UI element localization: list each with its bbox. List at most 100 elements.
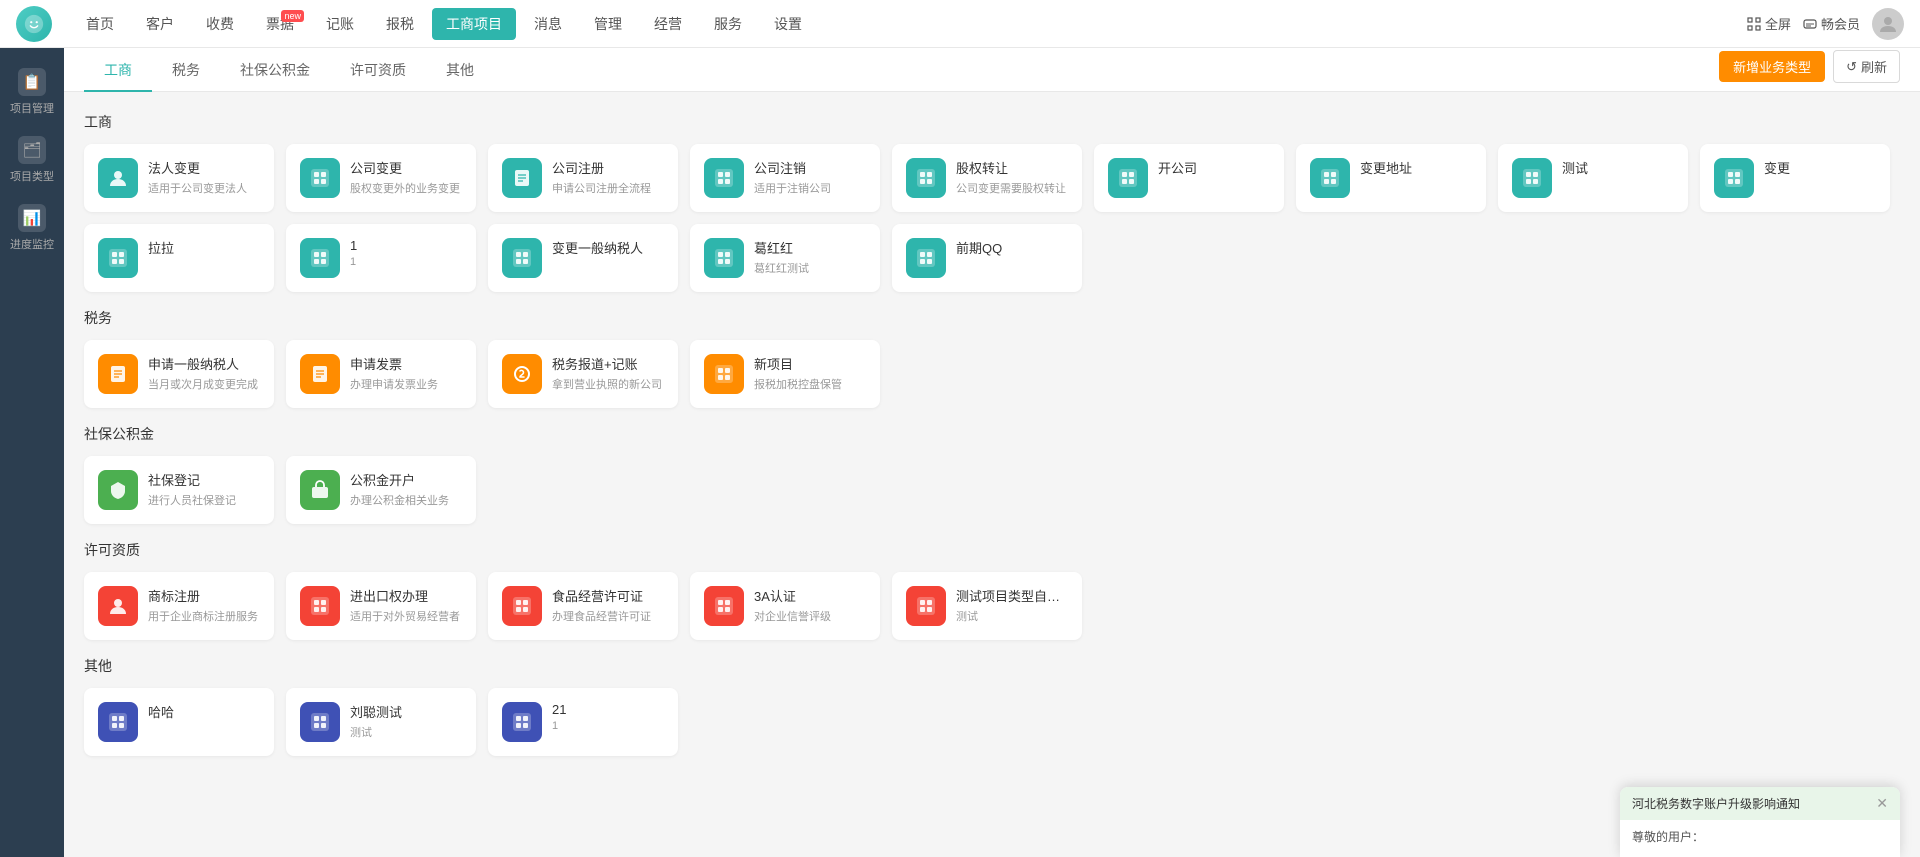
card-desc: 进行人员社保登记 [148, 492, 260, 508]
card-title: 变更 [1764, 158, 1876, 177]
section-title: 工商 [84, 112, 1900, 132]
card-item[interactable]: 变更一般纳税人 [488, 224, 678, 292]
card-item[interactable]: 刘聪测试测试 [286, 688, 476, 756]
card-title: 变更地址 [1360, 158, 1472, 177]
card-item[interactable]: 进出口权办理适用于对外贸易经营者 [286, 572, 476, 640]
card-item[interactable]: 变更地址 [1296, 144, 1486, 212]
nav-bills[interactable]: 票据 new [252, 8, 308, 40]
card-item[interactable]: 社保登记进行人员社保登记 [84, 456, 274, 524]
card-title: 测试 [1562, 158, 1674, 177]
vip-icon [1803, 17, 1817, 31]
content-area: 工商 税务 社保公积金 许可资质 其他 新增业务类型 ↺ 刷新 工商法人变更适用… [64, 48, 1920, 857]
logo[interactable] [16, 6, 52, 42]
card-item[interactable]: 公司注册申请公司注册全流程 [488, 144, 678, 212]
tab-other[interactable]: 其他 [426, 50, 494, 92]
card-item[interactable]: 葛红红葛红红测试 [690, 224, 880, 292]
card-info: 新项目报税加税控盘保管 [754, 354, 866, 392]
nav-settings[interactable]: 设置 [760, 8, 816, 40]
card-info: 测试 [1562, 158, 1674, 180]
vip-button[interactable]: 畅会员 [1803, 14, 1860, 33]
project-type-icon: 🗂 [18, 136, 46, 164]
nav-fees[interactable]: 收费 [192, 8, 248, 40]
card-item[interactable]: 申请发票办理申请发票业务 [286, 340, 476, 408]
card-desc: 对企业信誉评级 [754, 608, 866, 624]
card-icon [98, 470, 138, 510]
tab-shebao[interactable]: 社保公积金 [220, 50, 330, 92]
card-desc: 拿到营业执照的新公司 [552, 376, 664, 392]
sidebar-item-project-type[interactable]: 🗂 项目类型 [4, 128, 60, 192]
card-title: 21 [552, 702, 664, 717]
nav-operate[interactable]: 经营 [640, 8, 696, 40]
card-title: 前期QQ [956, 238, 1068, 257]
card-icon [300, 702, 340, 742]
card-item[interactable]: 公积金开户办理公积金相关业务 [286, 456, 476, 524]
card-icon [1512, 158, 1552, 198]
nav-service[interactable]: 服务 [700, 8, 756, 40]
cards-grid: 申请一般纳税人当月或次月成变更完成申请发票办理申请发票业务税务报道+记账拿到营业… [84, 340, 1900, 408]
nav-home[interactable]: 首页 [72, 8, 128, 40]
fullscreen-button[interactable]: 全屏 [1747, 14, 1791, 33]
nav-tax[interactable]: 报税 [372, 8, 428, 40]
card-title: 申请发票 [350, 354, 462, 373]
tab-shuiwu[interactable]: 税务 [152, 50, 220, 92]
fullscreen-icon [1747, 17, 1761, 31]
nav-customer[interactable]: 客户 [132, 8, 188, 40]
card-item[interactable]: 股权转让公司变更需要股权转让 [892, 144, 1082, 212]
card-item[interactable]: 测试项目类型自定义测试 [892, 572, 1082, 640]
card-icon [502, 354, 542, 394]
section-title: 许可资质 [84, 540, 1900, 560]
card-item[interactable]: 法人变更适用于公司变更法人 [84, 144, 274, 212]
card-title: 新项目 [754, 354, 866, 373]
card-desc: 葛红红测试 [754, 260, 866, 276]
sidebar-item-progress[interactable]: 📊 进度监控 [4, 196, 60, 260]
card-info: 3A认证对企业信誉评级 [754, 586, 866, 624]
card-item[interactable]: 开公司 [1094, 144, 1284, 212]
card-title: 社保登记 [148, 470, 260, 489]
nav-manage[interactable]: 管理 [580, 8, 636, 40]
card-item[interactable]: 公司变更股权变更外的业务变更 [286, 144, 476, 212]
card-title: 食品经营许可证 [552, 586, 664, 605]
content-scroll: 工商法人变更适用于公司变更法人 公司变更股权变更外的业务变更公司注册申请公司注册… [64, 92, 1920, 857]
card-item[interactable]: 11 [286, 224, 476, 292]
card-item[interactable]: 测试 [1498, 144, 1688, 212]
card-item[interactable]: 前期QQ [892, 224, 1082, 292]
card-icon [300, 470, 340, 510]
card-item[interactable]: 变更 [1700, 144, 1890, 212]
notification-body: 尊敬的用户： [1620, 820, 1900, 857]
tab-xuke[interactable]: 许可资质 [330, 50, 426, 92]
card-icon [704, 586, 744, 626]
sidebar-item-project-manage[interactable]: 📋 项目管理 [4, 60, 60, 124]
section-其他: 其他 哈哈 刘聪测试测试 211 [84, 656, 1900, 756]
new-type-button[interactable]: 新增业务类型 [1719, 51, 1825, 82]
nav-message[interactable]: 消息 [520, 8, 576, 40]
card-item[interactable]: 211 [488, 688, 678, 756]
nav-business[interactable]: 工商项目 [432, 8, 516, 40]
card-item[interactable]: 税务报道+记账拿到营业执照的新公司 [488, 340, 678, 408]
card-title: 税务报道+记账 [552, 354, 664, 373]
card-item[interactable]: 新项目报税加税控盘保管 [690, 340, 880, 408]
card-title: 1 [350, 238, 462, 253]
card-icon [704, 354, 744, 394]
card-title: 商标注册 [148, 586, 260, 605]
card-info: 11 [350, 238, 462, 268]
card-item[interactable]: 申请一般纳税人当月或次月成变更完成 [84, 340, 274, 408]
card-info: 变更 [1764, 158, 1876, 180]
avatar[interactable] [1872, 8, 1904, 40]
top-nav-right: 全屏 畅会员 [1747, 8, 1904, 40]
tab-gongshang[interactable]: 工商 [84, 50, 152, 92]
card-icon [300, 238, 340, 278]
nav-items: 首页 客户 收费 票据 new 记账 报税 工商项目 消息 管理 经营 服务 设… [72, 8, 1747, 40]
card-info: 法人变更适用于公司变更法人 [148, 158, 260, 196]
card-item[interactable]: 哈哈 [84, 688, 274, 756]
card-item[interactable]: 食品经营许可证办理食品经营许可证 [488, 572, 678, 640]
nav-bookkeeping[interactable]: 记账 [312, 8, 368, 40]
card-item[interactable]: 拉拉 [84, 224, 274, 292]
card-item[interactable]: 3A认证对企业信誉评级 [690, 572, 880, 640]
cards-grid: 哈哈 刘聪测试测试 211 [84, 688, 1900, 756]
notification-close[interactable]: ✕ [1876, 795, 1888, 812]
card-info: 申请一般纳税人当月或次月成变更完成 [148, 354, 260, 392]
refresh-button[interactable]: ↺ 刷新 [1833, 50, 1900, 83]
card-item[interactable]: 商标注册用于企业商标注册服务 [84, 572, 274, 640]
card-item[interactable]: 公司注销适用于注销公司 [690, 144, 880, 212]
tabs-list: 工商 税务 社保公积金 许可资质 其他 [84, 50, 494, 91]
